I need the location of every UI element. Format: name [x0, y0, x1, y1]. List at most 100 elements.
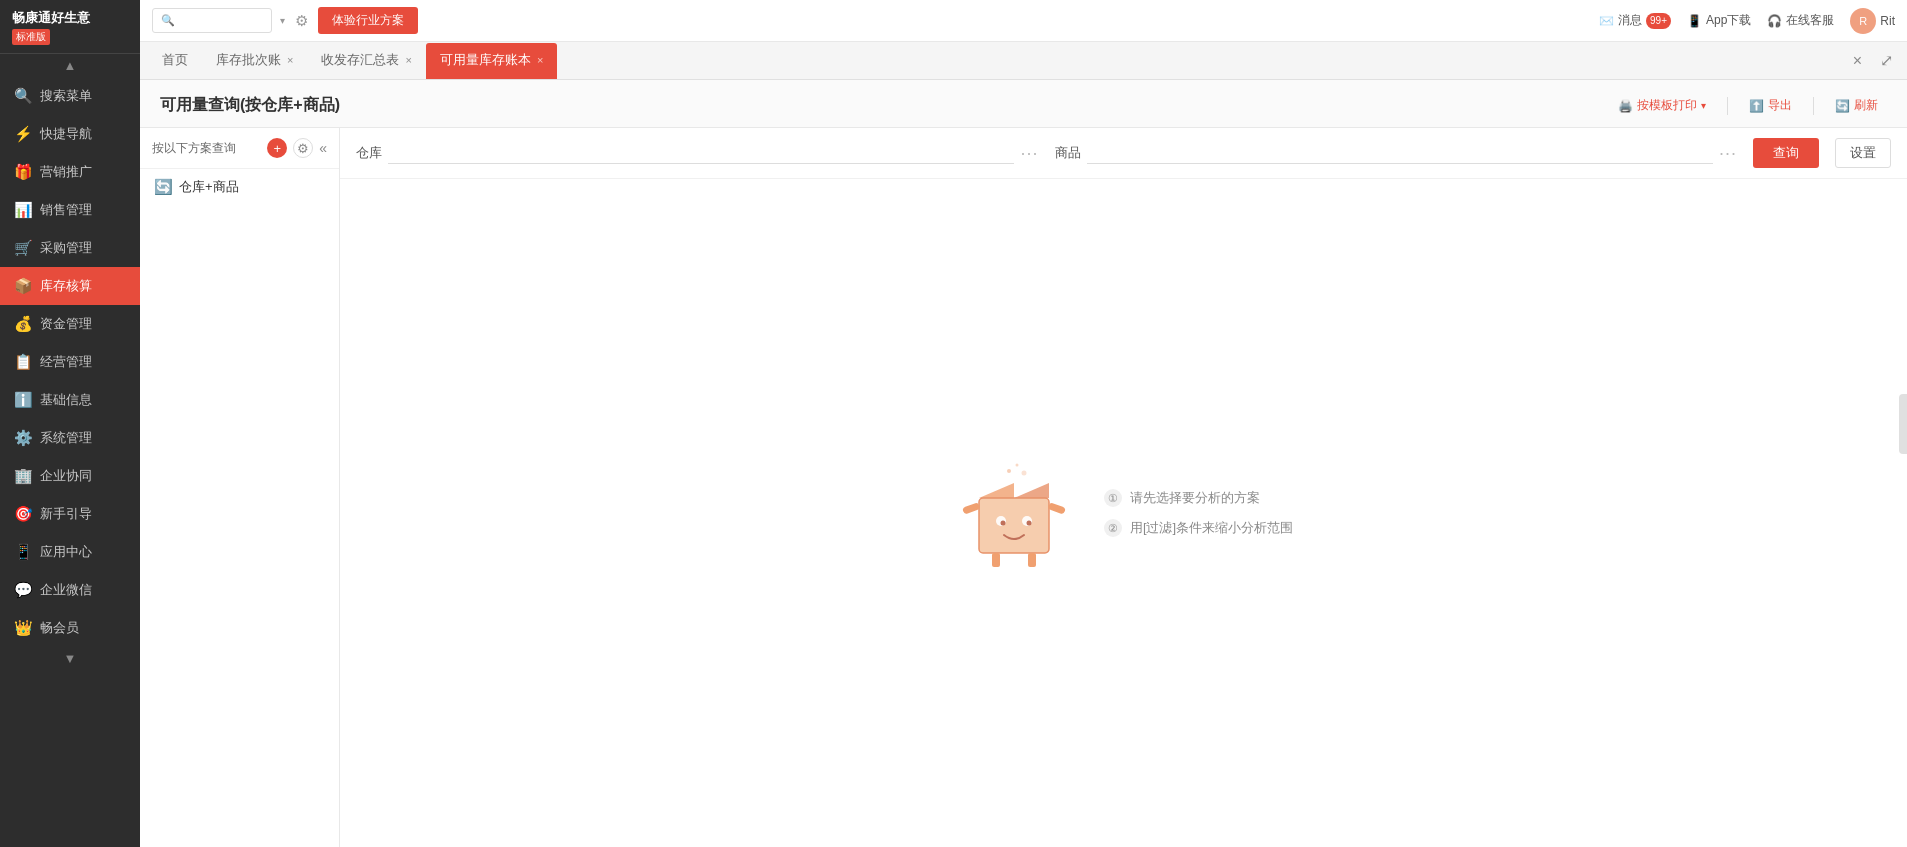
- sidebar-logo: 畅康通好生意 标准版: [0, 0, 140, 54]
- sidebar-item-inventory[interactable]: 📦 库存核算: [0, 267, 140, 305]
- tab-home[interactable]: 首页: [148, 43, 202, 79]
- warehouse-input[interactable]: [388, 142, 1014, 164]
- tab-batch-ledger-close[interactable]: ×: [287, 54, 293, 66]
- product-dots-btn[interactable]: ···: [1719, 143, 1737, 164]
- sidebar-item-search[interactable]: 🔍 搜索菜单: [0, 77, 140, 115]
- product-field: 商品 ···: [1055, 142, 1738, 164]
- sidebar-item-basic-info[interactable]: ℹ️ 基础信息: [0, 381, 140, 419]
- sidebar-item-system[interactable]: ⚙️ 系统管理: [0, 419, 140, 457]
- export-icon: ⬆️: [1749, 99, 1764, 113]
- sidebar-item-label: 企业协同: [40, 467, 92, 485]
- tab-receive-summary-close[interactable]: ×: [405, 54, 411, 66]
- sidebar-item-marketing[interactable]: 🎁 营销推广: [0, 153, 140, 191]
- topbar-right: ✉️ 消息 99+ 📱 App下载 🎧 在线客服 R Rit: [1599, 8, 1895, 34]
- tab-close-btn[interactable]: ×: [1847, 50, 1868, 72]
- sidebar-item-purchase[interactable]: 🛒 采购管理: [0, 229, 140, 267]
- empty-illustration: [954, 453, 1074, 573]
- right-content: 仓库 ··· 商品 ··· 查询 设置: [340, 128, 1907, 847]
- sidebar-item-label: 系统管理: [40, 429, 92, 447]
- svg-point-12: [1007, 469, 1011, 473]
- filter-item-label: 仓库+商品: [179, 178, 239, 196]
- warehouse-label: 仓库: [356, 144, 382, 162]
- notification-btn[interactable]: ✉️ 消息 99+: [1599, 12, 1671, 29]
- search-placeholder: [179, 12, 239, 29]
- divider2: [1813, 97, 1814, 115]
- topbar-gear-icon[interactable]: ⚙: [293, 10, 310, 32]
- warehouse-field: 仓库 ···: [356, 142, 1039, 164]
- version-badge: 标准版: [12, 29, 50, 45]
- search-icon: 🔍: [14, 87, 32, 105]
- purchase-icon: 🛒: [14, 239, 32, 257]
- query-bar: 仓库 ··· 商品 ··· 查询 设置: [340, 128, 1907, 179]
- sidebar-item-member[interactable]: 👑 畅会员: [0, 609, 140, 647]
- finance-icon: 💰: [14, 315, 32, 333]
- filter-item-warehouse-product[interactable]: 🔄 仓库+商品: [140, 169, 339, 205]
- scroll-up-btn[interactable]: ▲: [0, 54, 140, 77]
- print-dropdown-icon: ▾: [1701, 100, 1706, 111]
- sidebar-item-label: 经营管理: [40, 353, 92, 371]
- product-label: 商品: [1055, 144, 1081, 162]
- sidebar-item-label: 畅会员: [40, 619, 79, 637]
- right-scroll-handle[interactable]: [1899, 394, 1907, 454]
- filter-collapse-btn[interactable]: «: [319, 140, 327, 156]
- empty-hints: ① 请先选择要分析的方案 ② 用[过滤]条件来缩小分析范围: [1104, 489, 1293, 537]
- sidebar-item-wechat[interactable]: 💬 企业微信: [0, 571, 140, 609]
- tab-available-ledger-close[interactable]: ×: [537, 54, 543, 66]
- tab-batch-ledger[interactable]: 库存批次账 ×: [202, 43, 307, 79]
- app-download-label: App下载: [1706, 12, 1751, 29]
- refresh-btn[interactable]: 🔄 刷新: [1826, 92, 1887, 119]
- sidebar-item-enterprise[interactable]: 🏢 企业协同: [0, 457, 140, 495]
- app-center-icon: 📱: [14, 543, 32, 561]
- sidebar-item-label: 企业微信: [40, 581, 92, 599]
- divider: [1727, 97, 1728, 115]
- main-area: 🔍 ▾ ⚙ 体验行业方案 ✉️ 消息 99+ 📱 App下载 🎧 在线客服 R: [140, 0, 1907, 847]
- svg-rect-11: [1048, 502, 1066, 514]
- refresh-icon: 🔄: [1835, 99, 1850, 113]
- inventory-icon: 📦: [14, 277, 32, 295]
- quick-nav-icon: ⚡: [14, 125, 32, 143]
- app-download-btn[interactable]: 📱 App下载: [1687, 12, 1751, 29]
- sidebar-item-onboarding[interactable]: 🎯 新手引导: [0, 495, 140, 533]
- sidebar-item-label: 采购管理: [40, 239, 92, 257]
- tab-receive-summary-label: 收发存汇总表: [321, 51, 399, 69]
- export-label: 导出: [1768, 97, 1792, 114]
- filter-settings-btn[interactable]: ⚙: [293, 138, 313, 158]
- topbar-dropdown-arrow[interactable]: ▾: [280, 15, 285, 26]
- svg-rect-9: [1028, 553, 1036, 567]
- filter-panel-actions: + ⚙ «: [267, 138, 327, 158]
- sidebar-item-sales[interactable]: 📊 销售管理: [0, 191, 140, 229]
- hint-1: ① 请先选择要分析的方案: [1104, 489, 1293, 507]
- sidebar-item-quick-nav[interactable]: ⚡ 快捷导航: [0, 115, 140, 153]
- page-title: 可用量查询(按仓库+商品): [160, 95, 340, 116]
- svg-rect-10: [962, 502, 980, 514]
- sidebar-item-label: 快捷导航: [40, 125, 92, 143]
- filter-add-btn[interactable]: +: [267, 138, 287, 158]
- sidebar-item-label: 搜索菜单: [40, 87, 92, 105]
- sidebar-item-operations[interactable]: 📋 经营管理: [0, 343, 140, 381]
- svg-rect-8: [992, 553, 1000, 567]
- basic-info-icon: ℹ️: [14, 391, 32, 409]
- user-avatar-area[interactable]: R Rit: [1850, 8, 1895, 34]
- print-template-btn[interactable]: 🖨️ 按模板打印 ▾: [1609, 92, 1715, 119]
- notification-badge: 99+: [1646, 13, 1671, 29]
- settings-button[interactable]: 设置: [1835, 138, 1891, 168]
- sidebar-item-app-center[interactable]: 📱 应用中心: [0, 533, 140, 571]
- topbar-search-box[interactable]: 🔍: [152, 8, 272, 33]
- tab-available-ledger[interactable]: 可用量库存账本 ×: [426, 43, 557, 79]
- operations-icon: 📋: [14, 353, 32, 371]
- member-icon: 👑: [14, 619, 32, 637]
- online-service-btn[interactable]: 🎧 在线客服: [1767, 12, 1834, 29]
- experience-industry-button[interactable]: 体验行业方案: [318, 7, 418, 34]
- product-input[interactable]: [1087, 142, 1713, 164]
- tabs-bar: 首页 库存批次账 × 收发存汇总表 × 可用量库存账本 × × ⤢: [140, 42, 1907, 80]
- scroll-down-btn[interactable]: ▼: [0, 647, 140, 670]
- warehouse-dots-btn[interactable]: ···: [1020, 143, 1038, 164]
- tab-expand-btn[interactable]: ⤢: [1874, 49, 1899, 72]
- svg-point-13: [1015, 464, 1018, 467]
- query-button[interactable]: 查询: [1753, 138, 1819, 168]
- tab-receive-summary[interactable]: 收发存汇总表 ×: [307, 43, 425, 79]
- svg-point-6: [1000, 521, 1005, 526]
- filter-panel-title: 按以下方案查询: [152, 140, 236, 157]
- export-btn[interactable]: ⬆️ 导出: [1740, 92, 1801, 119]
- sidebar-item-finance[interactable]: 💰 资金管理: [0, 305, 140, 343]
